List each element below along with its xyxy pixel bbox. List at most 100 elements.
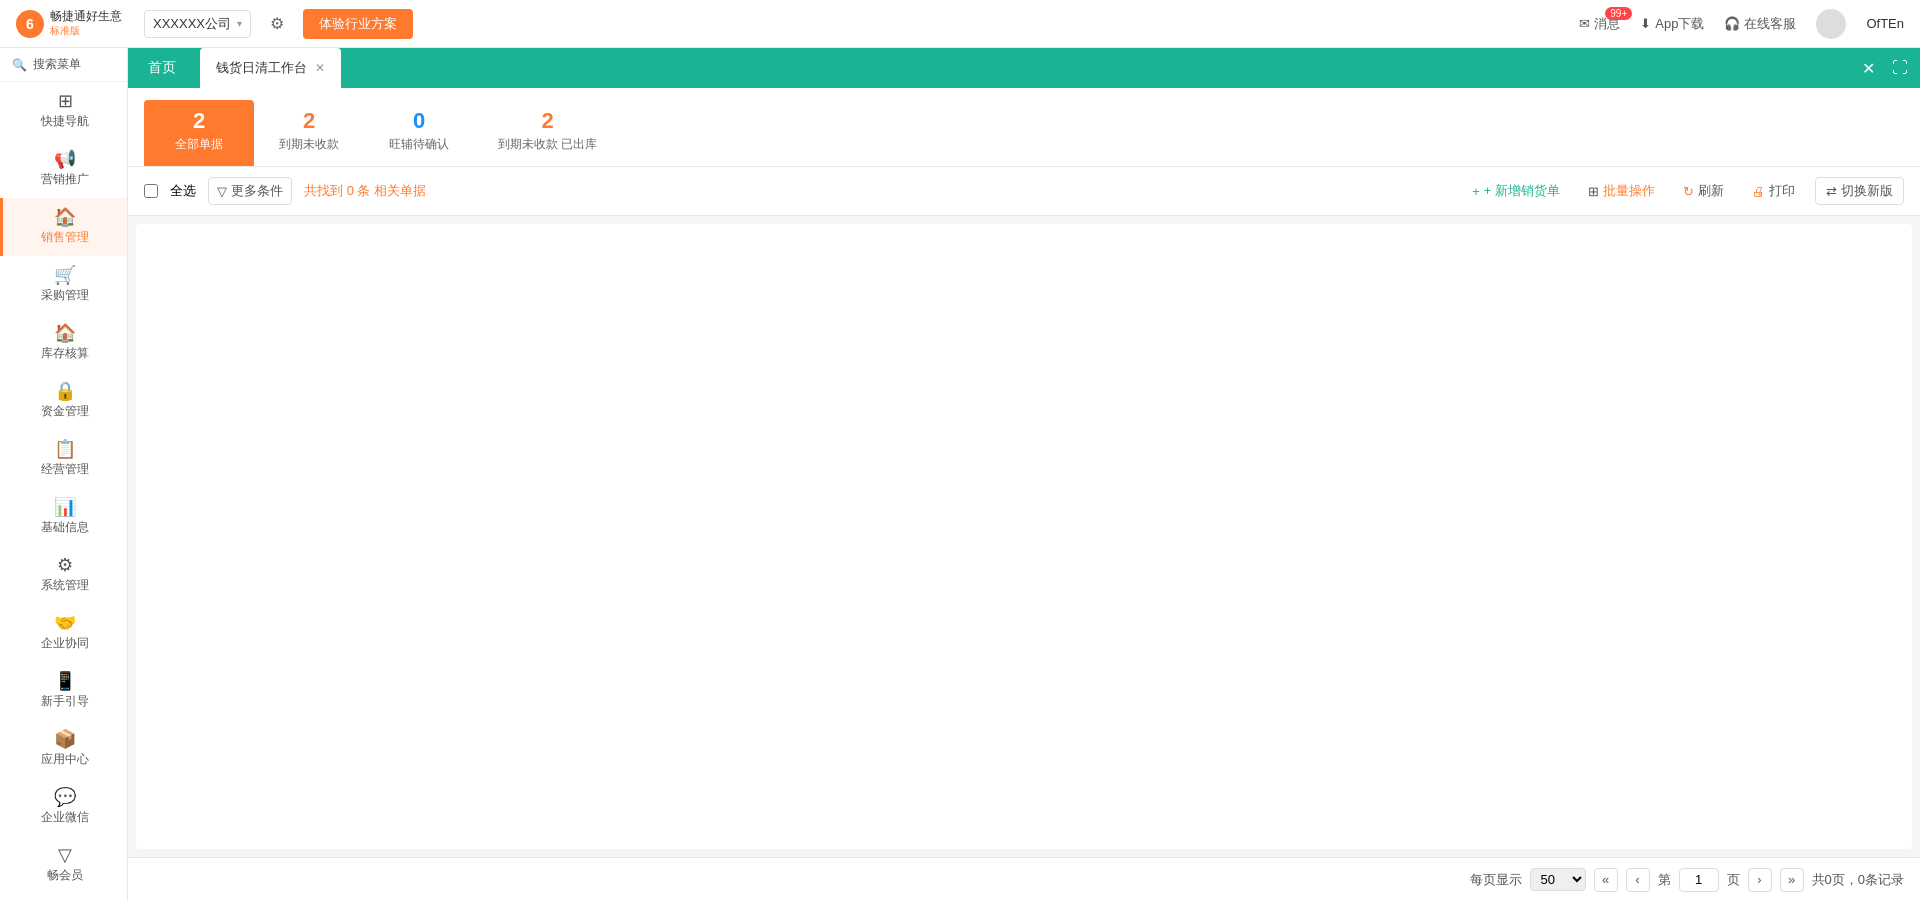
tab-home[interactable]: 首页 [128,48,196,88]
next-page-button[interactable]: › [1748,868,1772,892]
sidebar-item-operation[interactable]: 📋 经营管理 [0,430,127,488]
first-page-button[interactable]: « [1594,868,1618,892]
sidebar-item-coop[interactable]: 🤝 企业协同 [0,604,127,662]
sidebar-item-member[interactable]: ▽ 畅会员 [0,836,127,894]
per-page-select[interactable]: 50 100 200 [1530,868,1586,891]
sidebar-item-appcenter[interactable]: 📦 应用中心 [0,720,127,778]
select-all-checkbox[interactable] [144,184,158,198]
add-sale-button[interactable]: + + 新增销货单 [1464,178,1568,204]
logo-text-area: 畅捷通好生意 标准版 [50,9,122,39]
switch-version-button[interactable]: ⇄ 切换新版 [1815,177,1904,205]
page-suffix: 页 [1727,871,1740,889]
sidebar-item-label: 经营管理 [41,461,89,478]
sidebar-item-guide[interactable]: 📱 新手引导 [0,662,127,720]
app-icon: 📦 [54,730,76,748]
prev-page-button[interactable]: ‹ [1626,868,1650,892]
work-area: 2 全部单据 2 到期未收款 0 旺辅待确认 2 到期未收款 已出库 [128,88,1920,901]
found-count-value: 0 [347,183,354,198]
message-badge: 99+ [1605,7,1632,20]
top-bar: 6 畅捷通好生意 标准版 XXXXXX公司 ▾ ⚙ 体验行业方案 ✉ 消息 99… [0,0,1920,48]
company-selector[interactable]: XXXXXX公司 ▾ [144,10,251,38]
filter-icon: ▽ [217,184,227,199]
user-name: OfTEn [1866,16,1904,31]
tab-workbench[interactable]: 钱货日清工作台 ✕ [200,48,341,88]
company-name: XXXXXX公司 [153,15,231,33]
sidebar-item-finance[interactable]: 🔒 资金管理 [0,372,127,430]
sidebar-item-label: 销售管理 [41,229,89,246]
headset-icon: 🎧 [1724,16,1740,31]
sidebar-item-label: 营销推广 [41,171,89,188]
gear-icon: ⚙ [270,14,284,33]
member-icon: ▽ [58,846,72,864]
tab-close-icon[interactable]: ✕ [315,61,325,75]
message-button[interactable]: ✉ 消息 99+ [1579,15,1620,33]
pagination-bar: 每页显示 50 100 200 « ‹ 第 页 › [128,857,1920,901]
system-icon: ⚙ [57,556,73,574]
print-icon: 🖨 [1752,184,1765,199]
stat-tab-overdue[interactable]: 2 到期未收款 [254,100,364,166]
stats-tabs: 2 全部单据 2 到期未收款 0 旺辅待确认 2 到期未收款 已出库 [128,88,1920,167]
sidebar-item-system[interactable]: ⚙ 系统管理 [0,546,127,604]
sidebar-item-base[interactable]: 📊 基础信息 [0,488,127,546]
close-icon: ✕ [1862,59,1875,78]
first-page-icon: « [1602,872,1609,887]
message-icon: ✉ [1579,16,1590,31]
sidebar-item-weixin[interactable]: 💬 企业微信 [0,778,127,836]
select-all-label: 全选 [170,182,196,200]
close-window-button[interactable]: ✕ [1856,56,1880,80]
sidebar-item-label: 新手引导 [41,693,89,710]
sidebar-item-label: 库存核算 [41,345,89,362]
switch-icon: ⇄ [1826,184,1837,199]
search-icon: 🔍 [12,58,27,72]
stat-label-shipped: 到期未收款 已出库 [498,136,597,153]
sidebar-item-quick-nav[interactable]: ⊞ 快捷导航 [0,82,127,140]
stat-count-shipped: 2 [542,108,554,134]
total-records: 共0页，0条记录 [1812,871,1904,889]
sales-icon: 🏠 [54,208,76,226]
sidebar-search[interactable]: 🔍 搜索菜单 [0,48,127,82]
page-number-input[interactable] [1679,868,1719,892]
settings-button[interactable]: ⚙ [263,10,291,38]
logo-icon: 6 [16,10,44,38]
sidebar-item-label: 基础信息 [41,519,89,536]
next-page-icon: › [1757,872,1761,887]
stat-tab-wangwang[interactable]: 0 旺辅待确认 [364,100,474,166]
sidebar-item-marketing[interactable]: 📢 营销推广 [0,140,127,198]
finance-icon: 🔒 [54,382,76,400]
online-service-button[interactable]: 🎧 在线客服 [1724,15,1796,33]
sidebar-item-inventory[interactable]: 🏠 库存核算 [0,314,127,372]
toolbar-right: + + 新增销货单 ⊞ 批量操作 ↻ 刷新 🖨 打印 [1464,177,1904,205]
maximize-icon: ⛶ [1892,59,1908,77]
batch-operation-button[interactable]: ⊞ 批量操作 [1580,178,1663,204]
more-conditions-button[interactable]: ▽ 更多条件 [208,177,292,205]
avatar[interactable] [1816,9,1846,39]
app-download-button[interactable]: ⬇ App下载 [1640,15,1704,33]
operation-icon: 📋 [54,440,76,458]
sidebar-item-sales[interactable]: 🏠 销售管理 [0,198,127,256]
experience-button[interactable]: 体验行业方案 [303,9,413,39]
top-right-area: ✉ 消息 99+ ⬇ App下载 🎧 在线客服 OfTEn [1579,9,1904,39]
logo-sub: 标准版 [50,24,122,38]
toolbar: 全选 ▽ 更多条件 共找到 0 条 相关单据 + + 新增销货 [128,167,1920,216]
table-area [136,224,1912,849]
wx-icon: 💬 [54,788,76,806]
quick-nav-icon: ⊞ [58,92,73,110]
maximize-button[interactable]: ⛶ [1888,56,1912,80]
prev-page-icon: ‹ [1635,872,1639,887]
print-button[interactable]: 🖨 打印 [1744,178,1803,204]
sidebar-item-label: 快捷导航 [41,113,89,130]
stat-label-wangwang: 旺辅待确认 [389,136,449,153]
search-label: 搜索菜单 [33,56,81,73]
base-icon: 📊 [54,498,76,516]
sidebar: 🔍 搜索菜单 ⊞ 快捷导航 📢 营销推广 🏠 销售管理 🛒 采购管理 🏠 库存核… [0,48,128,901]
sidebar-item-label: 采购管理 [41,287,89,304]
refresh-button[interactable]: ↻ 刷新 [1675,178,1732,204]
stat-count-wangwang: 0 [413,108,425,134]
chevron-down-icon: ▾ [237,18,242,29]
stat-tab-shipped[interactable]: 2 到期未收款 已出库 [474,100,621,166]
batch-icon: ⊞ [1588,184,1599,199]
sidebar-item-label: 企业协同 [41,635,89,652]
stat-tab-all[interactable]: 2 全部单据 [144,100,254,166]
last-page-button[interactable]: » [1780,868,1804,892]
sidebar-item-purchase[interactable]: 🛒 采购管理 [0,256,127,314]
